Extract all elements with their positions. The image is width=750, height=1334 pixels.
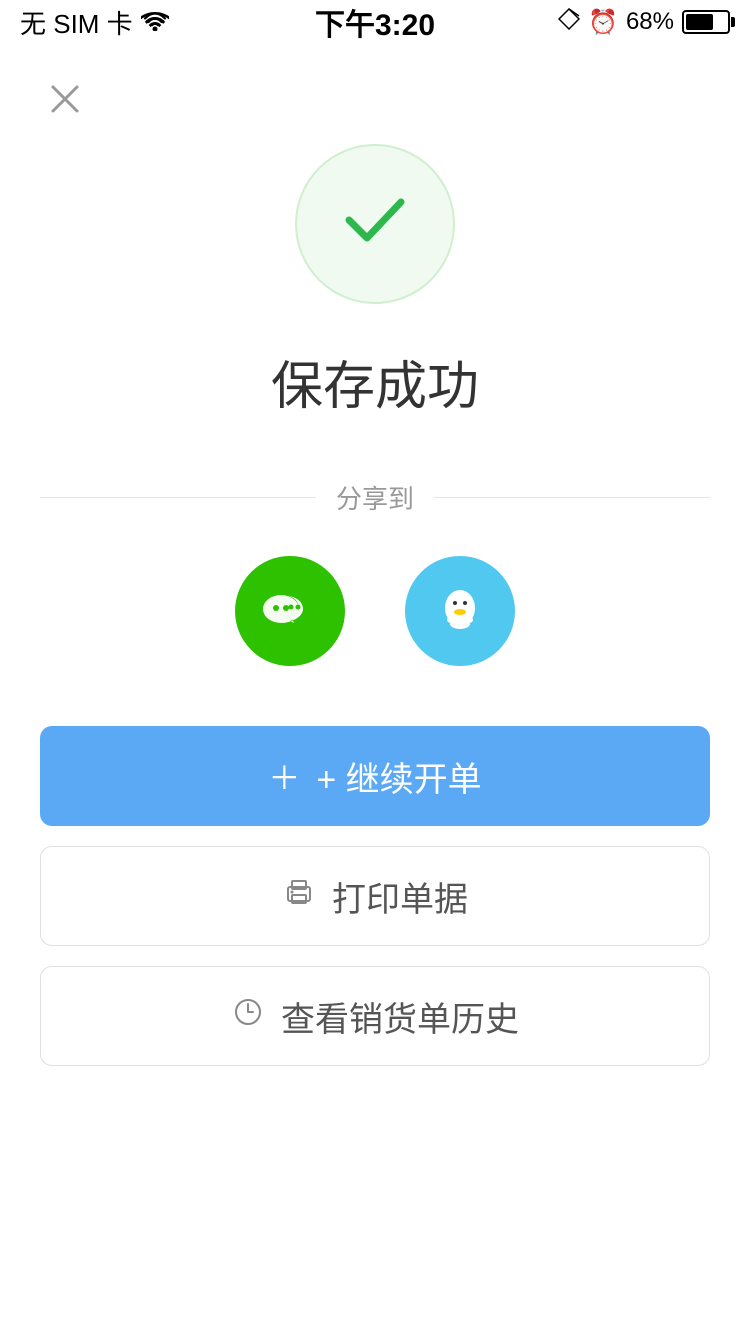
status-left: 无 SIM 卡	[20, 4, 169, 41]
status-bar: 无 SIM 卡 下午3:20 ⏰ 68%	[0, 0, 750, 44]
battery-icon	[682, 10, 730, 34]
share-label: 分享到	[336, 479, 414, 516]
continue-label: + 继续开单	[316, 752, 481, 801]
print-icon	[282, 875, 316, 917]
continue-button[interactable]: ＋ + 继续开单	[40, 726, 710, 826]
status-time: 下午3:20	[315, 0, 435, 44]
history-button[interactable]: 查看销货单历史	[40, 966, 710, 1066]
battery-fill	[686, 14, 713, 30]
success-circle	[295, 144, 455, 304]
continue-icon: ＋	[268, 753, 300, 799]
print-button[interactable]: 打印单据	[40, 846, 710, 946]
qq-share-button[interactable]	[405, 556, 515, 666]
history-label: 查看销货单历史	[281, 992, 519, 1041]
share-divider: 分享到	[40, 479, 710, 516]
carrier-text: 无 SIM 卡	[20, 4, 133, 41]
close-button[interactable]	[40, 74, 90, 124]
check-icon	[335, 178, 415, 271]
history-icon	[231, 995, 265, 1037]
wechat-share-button[interactable]	[235, 556, 345, 666]
action-buttons: ＋ + 继续开单 打印单据 查看销货单历	[40, 726, 710, 1066]
share-icons	[40, 556, 710, 666]
alarm-icon: ⏰	[588, 8, 618, 37]
share-section: 分享到	[40, 479, 710, 666]
location-icon	[558, 8, 580, 37]
success-title: 保存成功	[271, 344, 479, 419]
status-right: ⏰ 68%	[558, 8, 730, 37]
main-content: 保存成功 分享到	[0, 44, 750, 1334]
battery-text: 68%	[626, 8, 674, 36]
print-label: 打印单据	[332, 872, 468, 921]
wifi-icon	[141, 7, 169, 38]
